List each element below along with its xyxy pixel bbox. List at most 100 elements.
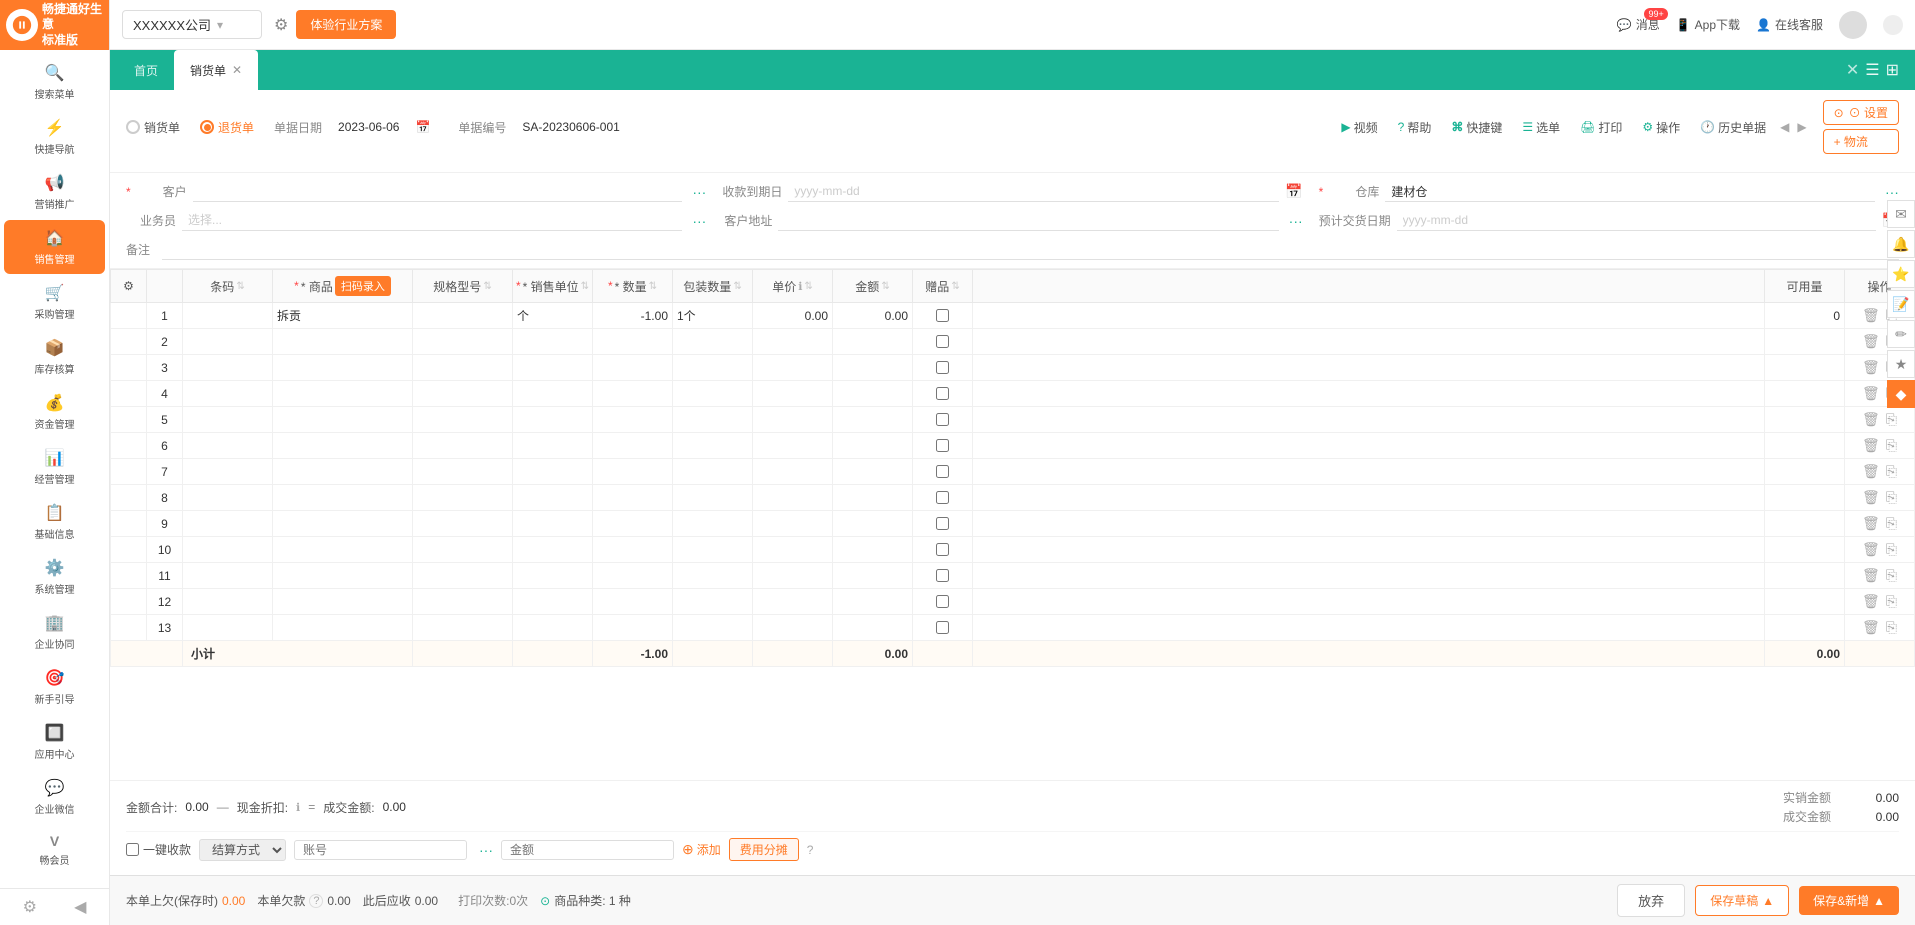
copy-icon[interactable]: ⎘ (1886, 411, 1897, 428)
logistics-btn[interactable]: + 物流 (1823, 129, 1899, 154)
payment-amount-input[interactable] (501, 840, 674, 860)
company-select[interactable]: XXXXXX公司 ▾ (122, 10, 262, 39)
sidebar-item-search[interactable]: 🔍 搜索菜单 (4, 55, 105, 109)
row-product-cell[interactable]: 拆贡 (273, 303, 413, 329)
sort-amount-icon[interactable]: ⇅ (881, 281, 889, 292)
due-date-input[interactable] (788, 181, 1279, 202)
right-panel-note-btn[interactable]: 📝 (1887, 290, 1915, 318)
gift-checkbox[interactable] (936, 439, 949, 452)
gift-checkbox[interactable] (936, 621, 949, 634)
trial-button[interactable]: 体验行业方案 (296, 10, 396, 39)
sidebar-item-enterprise[interactable]: 🏢 企业协同 (4, 605, 105, 659)
sidebar-item-purchase[interactable]: 🛒 采购管理 (4, 275, 105, 329)
address-dots-icon[interactable]: ··· (1289, 213, 1303, 229)
row-gift-cell[interactable] (913, 303, 973, 329)
layout-icon2[interactable]: ⊞ (1886, 60, 1899, 80)
gift-checkbox[interactable] (936, 335, 949, 348)
right-panel-fav-btn[interactable]: ★ (1887, 350, 1915, 378)
sidebar-item-sales[interactable]: 🏠 销售管理 (4, 220, 105, 274)
copy-icon[interactable]: ⎘ (1886, 593, 1897, 610)
copy-icon[interactable]: ⎘ (1886, 541, 1897, 558)
sort-qty-icon[interactable]: ⇅ (649, 281, 657, 292)
delete-icon[interactable]: 🗑 (1862, 541, 1880, 558)
radio-return[interactable]: 退货单 (200, 119, 254, 136)
row-amount-cell[interactable]: 0.00 (833, 303, 913, 329)
copy-icon[interactable]: ⎘ (1886, 619, 1897, 636)
prev-icon[interactable]: ◀ (1780, 120, 1789, 134)
history-btn[interactable]: 🕐 历史单据 (1694, 117, 1772, 138)
sidebar-item-wechat[interactable]: 💬 企业微信 (4, 770, 105, 824)
message-btn[interactable]: 💬 消息 99+ (1617, 16, 1660, 33)
delete-icon[interactable]: 🗑 (1862, 359, 1880, 376)
video-btn[interactable]: ▶ 视频 (1335, 117, 1383, 138)
app-download-btn[interactable]: 📱 App下载 (1676, 16, 1740, 33)
right-panel-edit-btn[interactable]: ✏ (1887, 320, 1915, 348)
next-icon[interactable]: ▶ (1797, 120, 1806, 134)
tab-close-icon[interactable]: ✕ (232, 63, 242, 77)
gear-icon[interactable]: ⚙ (274, 15, 288, 35)
delete-icon[interactable]: 🗑 (1862, 437, 1880, 454)
account-input[interactable] (294, 840, 467, 860)
settings-bottom-icon[interactable]: ⚙ (23, 897, 37, 917)
delete-icon[interactable]: 🗑 (1862, 411, 1880, 428)
gift-checkbox[interactable] (936, 309, 949, 322)
calendar-icon[interactable]: 📅 (415, 120, 430, 134)
account-dots-icon[interactable]: ··· (479, 842, 493, 858)
sidebar-item-appstore[interactable]: 🔲 应用中心 (4, 715, 105, 769)
gift-checkbox[interactable] (936, 517, 949, 530)
copy-icon[interactable]: ⎘ (1886, 567, 1897, 584)
address-input[interactable] (778, 210, 1278, 231)
row-qty-cell[interactable]: -1.00 (593, 303, 673, 329)
gift-checkbox[interactable] (936, 465, 949, 478)
salesperson-dots-icon[interactable]: ··· (692, 213, 706, 229)
split-btn[interactable]: 费用分摊 (729, 838, 799, 861)
gift-checkbox[interactable] (936, 569, 949, 582)
print-btn[interactable]: 🖨 打印 (1574, 117, 1628, 138)
sort-gift-icon[interactable]: ⇅ (951, 281, 959, 292)
gift-checkbox[interactable] (936, 387, 949, 400)
radio-sale[interactable]: 销货单 (126, 119, 180, 136)
delete-icon[interactable]: 🗑 (1862, 515, 1880, 532)
sidebar-item-finance[interactable]: 💰 资金管理 (4, 385, 105, 439)
avatar2[interactable] (1883, 15, 1903, 35)
delete-icon[interactable]: 🗑 (1862, 619, 1880, 636)
abandon-button[interactable]: 放弃 (1617, 884, 1685, 917)
customer-input[interactable] (193, 181, 683, 202)
right-panel-orange-btn[interactable]: ◆ (1887, 380, 1915, 408)
sidebar-item-marketing[interactable]: 📢 营销推广 (4, 165, 105, 219)
calendar-icon2[interactable]: 📅 (1285, 183, 1302, 200)
sidebar-item-system[interactable]: ⚙️ 系统管理 (4, 550, 105, 604)
warehouse-dots-icon[interactable]: ··· (1885, 184, 1899, 200)
delete-icon[interactable]: 🗑 (1862, 463, 1880, 480)
one-click-pay-btn[interactable]: 一键收款 (126, 841, 191, 858)
copy-icon[interactable]: ⎘ (1886, 463, 1897, 480)
sidebar-item-guide[interactable]: 🎯 新手引导 (4, 660, 105, 714)
row-price-cell[interactable]: 0.00 (753, 303, 833, 329)
help-btn[interactable]: ? 帮助 (1392, 117, 1438, 138)
salesperson-input[interactable] (182, 210, 682, 231)
payment-method-select[interactable]: 结算方式 (199, 839, 286, 861)
sort-pkgqty-icon[interactable]: ⇅ (733, 281, 741, 292)
row-pkgqty-cell[interactable]: 1个 (673, 303, 753, 329)
gift-checkbox[interactable] (936, 491, 949, 504)
row-barcode-cell[interactable] (183, 303, 273, 329)
copy-icon[interactable]: ⎘ (1886, 489, 1897, 506)
gift-checkbox[interactable] (936, 361, 949, 374)
operate-btn[interactable]: ⚙ 操作 (1636, 117, 1686, 138)
gift-checkbox[interactable] (936, 595, 949, 608)
gift-checkbox[interactable] (936, 543, 949, 556)
delete-icon[interactable]: 🗑 (1862, 593, 1880, 610)
sort-barcode-icon[interactable]: ⇅ (236, 281, 244, 292)
right-panel-msg-btn[interactable]: ✉ (1887, 200, 1915, 228)
product-type[interactable]: ⊙ 商品种类: 1 种 (540, 892, 631, 909)
warehouse-input[interactable] (1385, 181, 1875, 202)
delete-icon[interactable]: 🗑 (1862, 333, 1880, 350)
sidebar-item-operation[interactable]: 📊 经营管理 (4, 440, 105, 494)
save-new-button[interactable]: 保存&新增 ▲ (1799, 886, 1899, 915)
discount-info-icon[interactable]: ℹ (296, 801, 300, 814)
tab-sales-order[interactable]: 销货单 ✕ (174, 50, 258, 90)
sidebar-item-inventory[interactable]: 📦 库存核算 (4, 330, 105, 384)
settings-btn[interactable]: ⊙ ⊙ 设置 (1823, 100, 1899, 125)
delete-icon[interactable]: 🗑 (1862, 567, 1880, 584)
one-click-checkbox[interactable] (126, 843, 139, 856)
